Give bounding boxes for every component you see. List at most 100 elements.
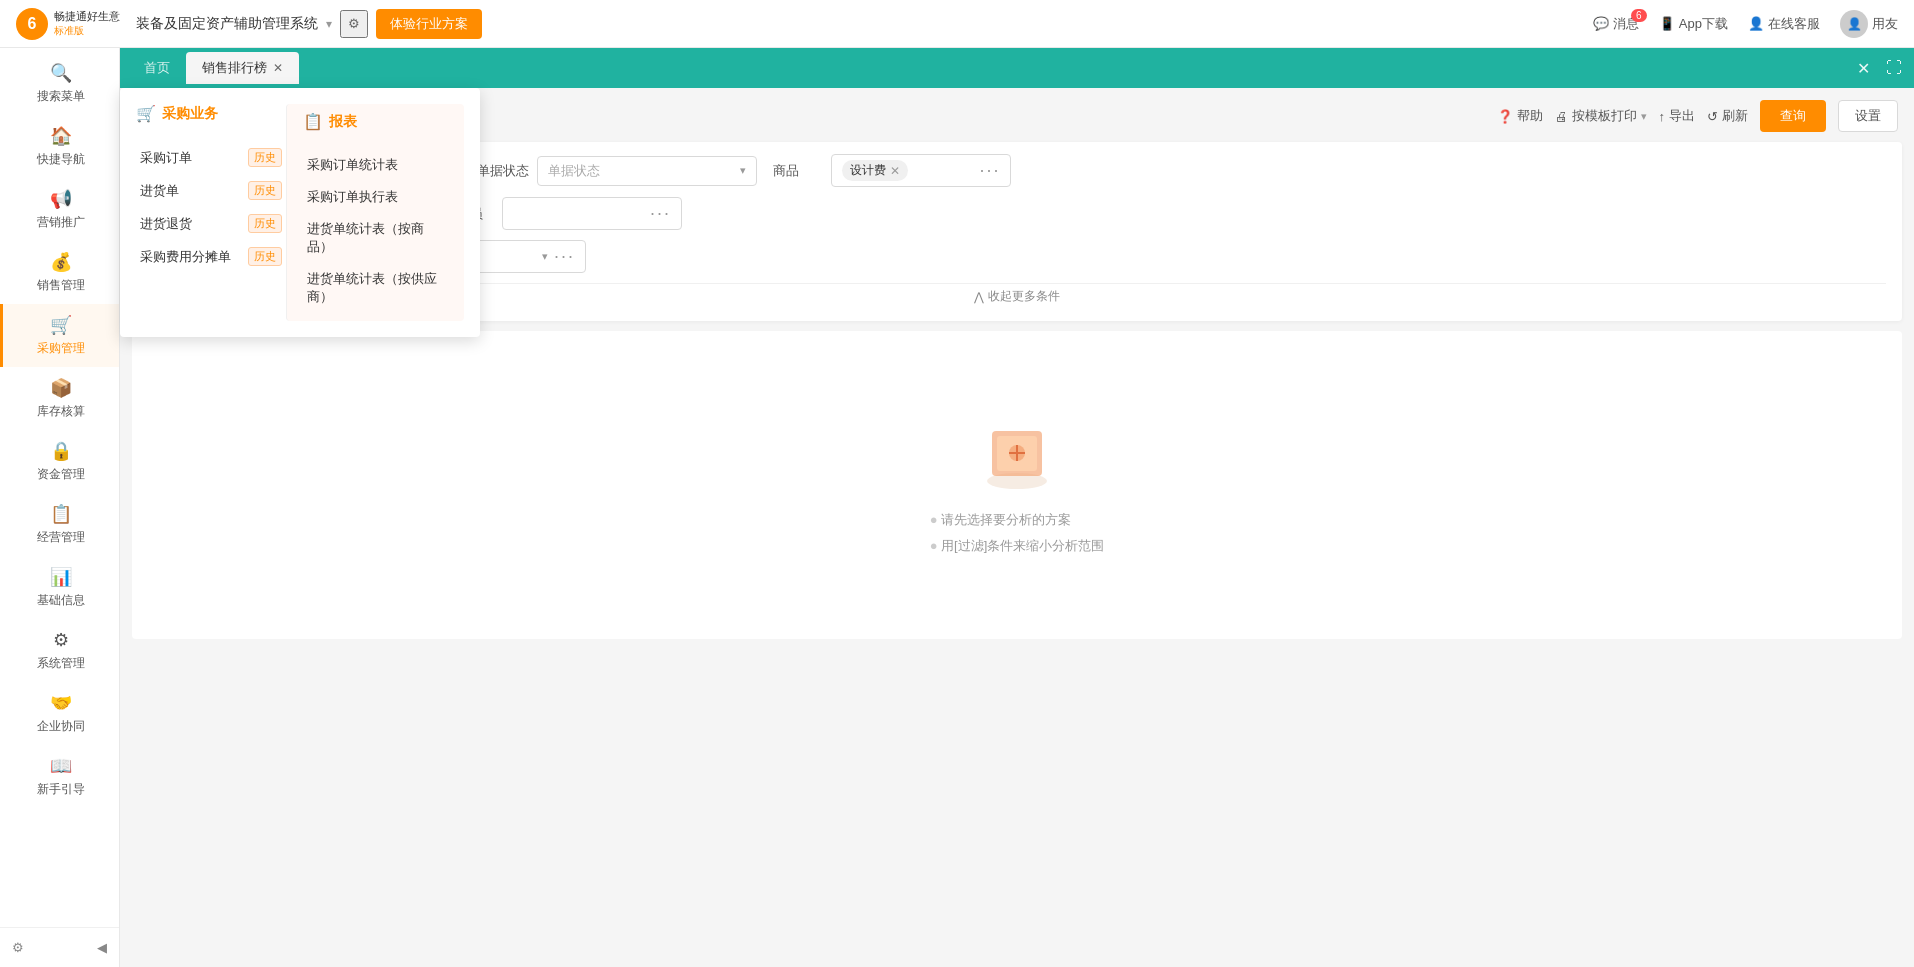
receipt-stats-goods-label: 进货单统计表（按商品）	[307, 220, 449, 256]
salesperson-input[interactable]: ···	[502, 197, 682, 230]
collapse-button[interactable]: ⋀ 收起更多条件	[974, 288, 1060, 305]
salesperson-dots[interactable]: ···	[650, 203, 671, 224]
empty-hint-2: 用[过滤]条件来缩小分析范围	[930, 533, 1105, 559]
message-icon: 💬	[1593, 16, 1609, 31]
tab-close-icon[interactable]: ✕	[273, 61, 283, 75]
sidebar-item-sales[interactable]: 💰 销售管理	[0, 241, 119, 304]
refresh-icon: ↺	[1707, 109, 1718, 124]
purchase-order-history: 历史	[248, 148, 282, 167]
goods-label: 商品	[773, 162, 823, 180]
menu-item-purchase-receipt[interactable]: 进货单 历史	[136, 174, 286, 207]
print-arrow: ▾	[1641, 110, 1647, 123]
sidebar-item-system-label: 系统管理	[37, 655, 85, 672]
logo-badge: 标准版	[54, 24, 120, 38]
menu-item-receipt-stats-supplier[interactable]: 进货单统计表（按供应商）	[303, 263, 453, 313]
menu-item-order-stats[interactable]: 采购订单统计表	[303, 149, 453, 181]
system-icon: ⚙	[53, 629, 69, 651]
system-title: 装备及固定资产辅助管理系统	[136, 15, 318, 33]
dropdown-menu: 🛒 采购业务 采购订单 历史 进货单 历史 进货退货 历史 采购费用分摊单 历史	[120, 88, 480, 337]
industry-btn[interactable]: 体验行业方案	[376, 9, 482, 39]
sidebar-item-finance-label: 资金管理	[37, 466, 85, 483]
purchase-return-history: 历史	[248, 214, 282, 233]
notifications-badge: 6	[1631, 9, 1647, 22]
sidebar-item-enterprise[interactable]: 🤝 企业协同	[0, 682, 119, 745]
tab-sales-rank-label: 销售排行榜	[202, 59, 267, 77]
sidebar-menu: 🔍 搜索菜单 🏠 快捷导航 📢 营销推广 💰 销售管理 🛒 采购管理 📦 库存核…	[0, 48, 119, 927]
purchase-order-label: 采购订单	[140, 149, 192, 167]
operations-icon: 📋	[50, 503, 72, 525]
user-label: 用友	[1872, 15, 1898, 33]
print-action[interactable]: 🖨 按模板打印 ▾	[1555, 107, 1647, 125]
query-button[interactable]: 查询	[1760, 100, 1826, 132]
tab-close-all-btn[interactable]: ✕	[1853, 55, 1874, 82]
sidebar-item-quick-nav[interactable]: 🏠 快捷导航	[0, 115, 119, 178]
export-icon: ↑	[1659, 109, 1666, 124]
empty-state: 请先选择要分析的方案 用[过滤]条件来缩小分析范围	[132, 331, 1902, 639]
sidebar-item-search[interactable]: 🔍 搜索菜单	[0, 52, 119, 115]
sidebar-item-search-label: 搜索菜单	[37, 88, 85, 105]
reports-col-title-text: 报表	[329, 113, 357, 131]
sales-icon: 💰	[50, 251, 72, 273]
tab-sales-rank[interactable]: 销售排行榜 ✕	[186, 52, 299, 84]
goods-dots[interactable]: ···	[979, 160, 1000, 181]
sidebar-item-system[interactable]: ⚙ 系统管理	[0, 619, 119, 682]
goods-input[interactable]: 设计费 ✕ ···	[831, 154, 1011, 187]
sidebar-item-purchase[interactable]: 🛒 采购管理	[0, 304, 119, 367]
sidebar-footer: ⚙ ◀	[0, 927, 119, 967]
title-dropdown-arrow[interactable]: ▾	[326, 17, 332, 31]
finance-icon: 🔒	[50, 440, 72, 462]
empty-text-list: 请先选择要分析的方案 用[过滤]条件来缩小分析范围	[930, 507, 1105, 559]
empty-icon	[967, 411, 1067, 491]
help-action[interactable]: ❓ 帮助	[1497, 107, 1543, 125]
sidebar-item-finance[interactable]: 🔒 资金管理	[0, 430, 119, 493]
refresh-action[interactable]: ↺ 刷新	[1707, 107, 1748, 125]
user-action[interactable]: 👤 用友	[1840, 10, 1898, 38]
notifications-action[interactable]: 💬 消息 6	[1593, 15, 1639, 33]
tab-expand-btn[interactable]: ⛶	[1882, 55, 1906, 81]
settings-icon-btn[interactable]: ⚙	[340, 10, 368, 38]
sidebar-item-operations[interactable]: 📋 经营管理	[0, 493, 119, 556]
purchase-receipt-history: 历史	[248, 181, 282, 200]
sidebar: 🔍 搜索菜单 🏠 快捷导航 📢 营销推广 💰 销售管理 🛒 采购管理 📦 库存核…	[0, 48, 120, 967]
tab-home[interactable]: 首页	[128, 52, 186, 84]
goods-tag-text: 设计费	[850, 162, 886, 179]
logo-area: 6 畅捷通好生意 标准版	[16, 8, 136, 40]
voucher-status-input[interactable]: 单据状态 ▾	[537, 156, 757, 186]
online-service-action[interactable]: 👤 在线客服	[1748, 15, 1820, 33]
sidebar-collapse-btn[interactable]: ◀	[97, 940, 107, 955]
app-download-action[interactable]: 📱 App下载	[1659, 15, 1728, 33]
phone-icon: 📱	[1659, 16, 1675, 31]
purchase-col-icon: 🛒	[136, 104, 156, 123]
sidebar-item-purchase-label: 采购管理	[37, 340, 85, 357]
inventory-icon: 📦	[50, 377, 72, 399]
print-icon: 🖨	[1555, 109, 1568, 124]
logo-icon: 6	[16, 8, 48, 40]
menu-item-receipt-stats-goods[interactable]: 进货单统计表（按商品）	[303, 213, 453, 263]
sidebar-item-inventory[interactable]: 📦 库存核算	[0, 367, 119, 430]
guide-icon: 📖	[50, 755, 72, 777]
logo-text: 畅捷通好生意	[54, 9, 120, 23]
sidebar-item-guide[interactable]: 📖 新手引导	[0, 745, 119, 808]
menu-item-order-exec[interactable]: 采购订单执行表	[303, 181, 453, 213]
customer-dots[interactable]: ···	[554, 246, 575, 267]
menu-item-purchase-return[interactable]: 进货退货 历史	[136, 207, 286, 240]
home-icon: 🏠	[50, 125, 72, 147]
goods-tag-close[interactable]: ✕	[890, 164, 900, 178]
app-download-label: App下载	[1679, 15, 1728, 33]
menu-col-reports-title: 📋 报表	[303, 112, 453, 137]
settings-button[interactable]: 设置	[1838, 100, 1898, 132]
online-service-label: 在线客服	[1768, 15, 1820, 33]
top-header: 6 畅捷通好生意 标准版 装备及固定资产辅助管理系统 ▾ ⚙ 体验行业方案 💬 …	[0, 0, 1914, 48]
menu-item-purchase-order[interactable]: 采购订单 历史	[136, 141, 286, 174]
sidebar-item-basic-info[interactable]: 📊 基础信息	[0, 556, 119, 619]
menu-item-purchase-fee[interactable]: 采购费用分摊单 历史	[136, 240, 286, 273]
sidebar-item-marketing[interactable]: 📢 营销推广	[0, 178, 119, 241]
filter-goods: 商品 设计费 ✕ ···	[773, 154, 1011, 187]
tab-home-label: 首页	[144, 59, 170, 77]
sidebar-item-guide-label: 新手引导	[37, 781, 85, 798]
export-action[interactable]: ↑ 导出	[1659, 107, 1696, 125]
refresh-label: 刷新	[1722, 107, 1748, 125]
sidebar-settings-btn[interactable]: ⚙	[12, 940, 24, 955]
purchase-receipt-label: 进货单	[140, 182, 179, 200]
purchase-fee-label: 采购费用分摊单	[140, 248, 231, 266]
